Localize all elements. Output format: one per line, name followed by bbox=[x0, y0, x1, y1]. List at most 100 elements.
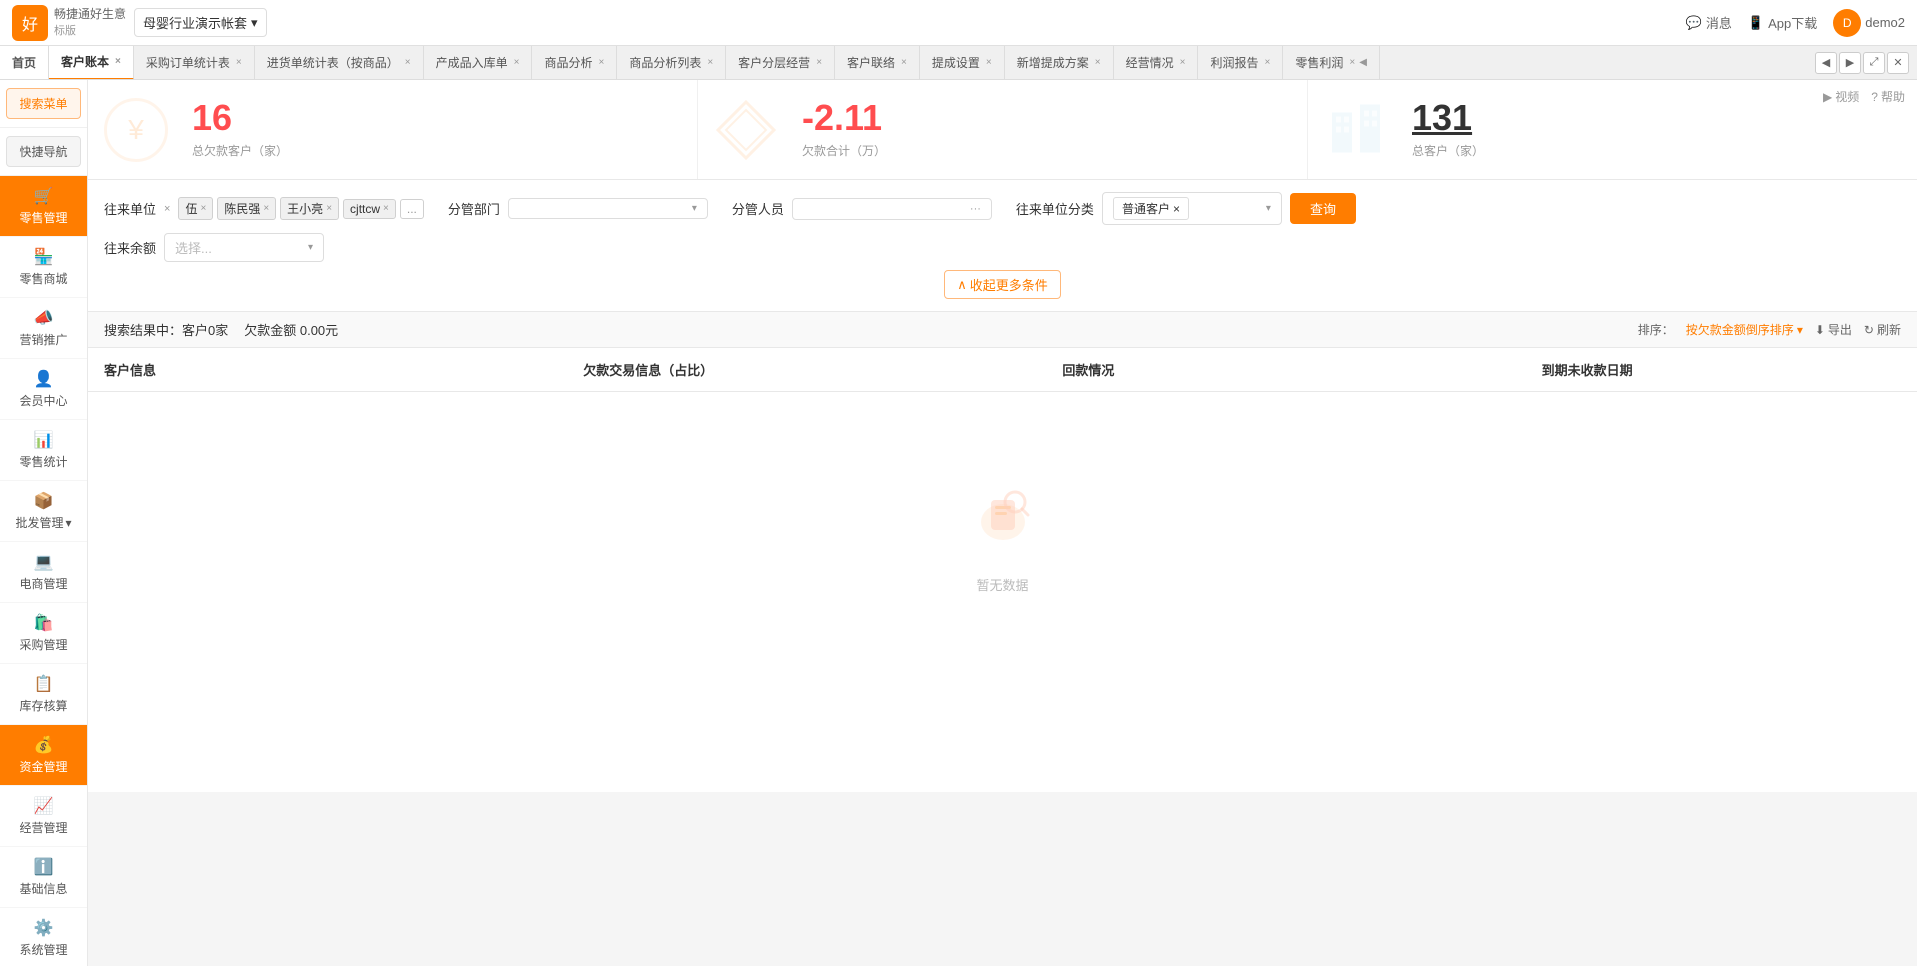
unit-class-label: 往来单位分类 bbox=[1016, 199, 1094, 218]
collapse-icon: ∧ bbox=[957, 277, 967, 293]
person-select[interactable]: ··· bbox=[792, 198, 992, 220]
mall-icon: 🏪 bbox=[4, 247, 83, 267]
finance-icon: 💰 bbox=[4, 735, 83, 755]
tag-wu[interactable]: 伍 × bbox=[178, 197, 213, 220]
table-body: 暂无数据 bbox=[88, 392, 1917, 792]
tab-close-icon[interactable]: × bbox=[115, 56, 121, 67]
stat-block-amount: -2.11 欠款合计（万） bbox=[698, 80, 1308, 179]
tag-more[interactable]: ... bbox=[400, 199, 424, 219]
tab-close-icon[interactable]: × bbox=[1349, 57, 1355, 68]
tab-operation[interactable]: 经营情况 × bbox=[1114, 46, 1199, 80]
stat-label-amount: 欠款合计（万） bbox=[802, 142, 1283, 159]
table-header: 客户信息 欠款交易信息（占比） 回款情况 到期未收款日期 bbox=[88, 348, 1917, 392]
quick-nav-btn[interactable]: 快捷导航 bbox=[6, 136, 81, 167]
tab-close-icon[interactable]: × bbox=[598, 57, 604, 68]
tab-goods-stats[interactable]: 进货单统计表（按商品） × bbox=[255, 46, 424, 80]
tab-retail-profit[interactable]: 零售利润 × ◀ bbox=[1283, 46, 1380, 80]
unit-class-select[interactable]: 普通客户 × ▾ bbox=[1102, 192, 1282, 225]
sidebar-item-retail-mall[interactable]: 🏪 零售商城 bbox=[0, 237, 87, 298]
stats-header: ▶ 视频 ? 帮助 ¥ 16 总欠款客户（家） bbox=[88, 80, 1917, 180]
message-btn[interactable]: 💬 消息 bbox=[1686, 13, 1732, 32]
sidebar-search-area: 搜索菜单 bbox=[0, 80, 87, 128]
tab-close-icon[interactable]: × bbox=[405, 57, 411, 68]
tab-profit-report[interactable]: 利润报告 × bbox=[1198, 46, 1283, 80]
refresh-btn[interactable]: ↻ 刷新 bbox=[1864, 321, 1901, 338]
tag-close-icon[interactable]: × bbox=[200, 203, 206, 214]
account-selector[interactable]: 母婴行业演示帐套 ▾ bbox=[134, 8, 267, 37]
tab-customer-account[interactable]: 客户账本 × bbox=[49, 46, 134, 80]
tab-close-icon[interactable]: × bbox=[1095, 57, 1101, 68]
dept-select[interactable]: ▾ bbox=[508, 198, 708, 219]
sidebar-item-inventory[interactable]: 📋 库存核算 bbox=[0, 664, 87, 725]
nav-prev-btn[interactable]: ◀ bbox=[1815, 52, 1837, 74]
logo-icon: 好 bbox=[12, 5, 48, 41]
sidebar-item-wholesale[interactable]: 📦 批发管理 ▾ bbox=[0, 481, 87, 542]
sidebar-item-system[interactable]: ⚙️ 系统管理 bbox=[0, 908, 87, 966]
tab-add-commission[interactable]: 新增提成方案 × bbox=[1005, 46, 1114, 80]
query-btn[interactable]: 查询 bbox=[1290, 193, 1356, 224]
arrow-icon: ▾ bbox=[65, 516, 71, 530]
top-bar: 好 畅捷通好生意 标版 母婴行业演示帐套 ▾ 💬 消息 📱 App下载 D de… bbox=[0, 0, 1917, 46]
class-arrow-icon: ▾ bbox=[1266, 203, 1271, 214]
sidebar-item-marketing[interactable]: 📣 营销推广 bbox=[0, 298, 87, 359]
tab-close-icon[interactable]: × bbox=[1264, 57, 1270, 68]
tab-close-icon[interactable]: × bbox=[816, 57, 822, 68]
sidebar-item-retail[interactable]: 🛒 零售管理 bbox=[0, 176, 87, 237]
class-tag-close-icon[interactable]: × bbox=[1173, 202, 1180, 216]
tab-close-icon[interactable]: × bbox=[514, 57, 520, 68]
operation-icon: 📈 bbox=[4, 796, 83, 816]
tab-customer-tier[interactable]: 客户分层经营 × bbox=[726, 46, 835, 80]
collapse-btn[interactable]: ∧ 收起更多条件 bbox=[944, 270, 1061, 299]
export-icon: ⬇ bbox=[1815, 323, 1825, 337]
logo-area: 好 畅捷通好生意 标版 bbox=[12, 5, 126, 41]
tab-product-analysis-list[interactable]: 商品分析列表 × bbox=[617, 46, 726, 80]
tab-product-in[interactable]: 产成品入库单 × bbox=[424, 46, 533, 80]
col-customer-info: 客户信息 bbox=[104, 360, 583, 379]
class-tag-normal[interactable]: 普通客户 × bbox=[1113, 197, 1189, 220]
tab-close-icon[interactable]: × bbox=[1180, 57, 1186, 68]
user-menu[interactable]: D demo2 bbox=[1833, 9, 1905, 37]
tag-wang[interactable]: 王小亮 × bbox=[280, 197, 339, 220]
tab-customer-contact[interactable]: 客户联络 × bbox=[835, 46, 920, 80]
sidebar-quick-nav-area: 快捷导航 bbox=[0, 128, 87, 176]
empty-text: 暂无数据 bbox=[976, 575, 1028, 594]
tab-commission-setting[interactable]: 提成设置 × bbox=[920, 46, 1005, 80]
sort-select[interactable]: 按欠款金额倒序排序 ▾ bbox=[1686, 321, 1803, 338]
avatar: D bbox=[1833, 9, 1861, 37]
nav-close-btn[interactable]: ✕ bbox=[1887, 52, 1909, 74]
sidebar: 搜索菜单 快捷导航 🛒 零售管理 🏪 零售商城 📣 营销推广 👤 会员中心 📊 … bbox=[0, 80, 88, 966]
nav-expand-btn[interactable]: ⤢ bbox=[1863, 52, 1885, 74]
search-menu-btn[interactable]: 搜索菜单 bbox=[6, 88, 81, 119]
export-btn[interactable]: ⬇ 导出 bbox=[1815, 321, 1852, 338]
app-download-btn[interactable]: 📱 App下载 bbox=[1748, 13, 1817, 32]
search-result-count: 搜索结果中：客户0家 bbox=[104, 320, 228, 339]
tag-cjttcw[interactable]: cjttcw × bbox=[343, 199, 396, 219]
tag-chen[interactable]: 陈民强 × bbox=[217, 197, 276, 220]
dept-label: 分管部门 bbox=[448, 199, 500, 218]
tab-close-icon[interactable]: × bbox=[236, 57, 242, 68]
tag-close-icon[interactable]: × bbox=[263, 203, 269, 214]
tab-close-icon[interactable]: × bbox=[901, 57, 907, 68]
purchase-icon: 🛍️ bbox=[4, 613, 83, 633]
tab-purchase-order[interactable]: 采购订单统计表 × bbox=[134, 46, 255, 80]
nav-next-btn[interactable]: ▶ bbox=[1839, 52, 1861, 74]
sidebar-item-ecommerce[interactable]: 💻 电商管理 bbox=[0, 542, 87, 603]
search-result-bar: 搜索结果中：客户0家 欠款金额 0.00元 排序： 按欠款金额倒序排序 ▾ ⬇ … bbox=[88, 312, 1917, 348]
ecommerce-icon: 💻 bbox=[4, 552, 83, 572]
sidebar-item-basic-info[interactable]: ℹ️ 基础信息 bbox=[0, 847, 87, 908]
tab-product-analysis[interactable]: 商品分析 × bbox=[532, 46, 617, 80]
sidebar-item-operation[interactable]: 📈 经营管理 bbox=[0, 786, 87, 847]
balance-select[interactable]: 选择... ▾ bbox=[164, 233, 324, 262]
tag-close-icon[interactable]: × bbox=[326, 203, 332, 214]
sidebar-item-purchase[interactable]: 🛍️ 采购管理 bbox=[0, 603, 87, 664]
tab-close-icon[interactable]: × bbox=[707, 57, 713, 68]
tag-close-icon[interactable]: × bbox=[383, 203, 389, 214]
sort-arrow-icon: ▾ bbox=[1797, 323, 1803, 337]
search-result-amount: 欠款金额 0.00元 bbox=[244, 320, 338, 339]
tab-close-icon[interactable]: × bbox=[986, 57, 992, 68]
content-area: ▶ 视频 ? 帮助 ¥ 16 总欠款客户（家） bbox=[88, 80, 1917, 966]
sidebar-item-member[interactable]: 👤 会员中心 bbox=[0, 359, 87, 420]
sidebar-item-finance[interactable]: 💰 资金管理 bbox=[0, 725, 87, 786]
sidebar-item-retail-stats[interactable]: 📊 零售统计 bbox=[0, 420, 87, 481]
tab-home[interactable]: 首页 bbox=[0, 46, 49, 80]
